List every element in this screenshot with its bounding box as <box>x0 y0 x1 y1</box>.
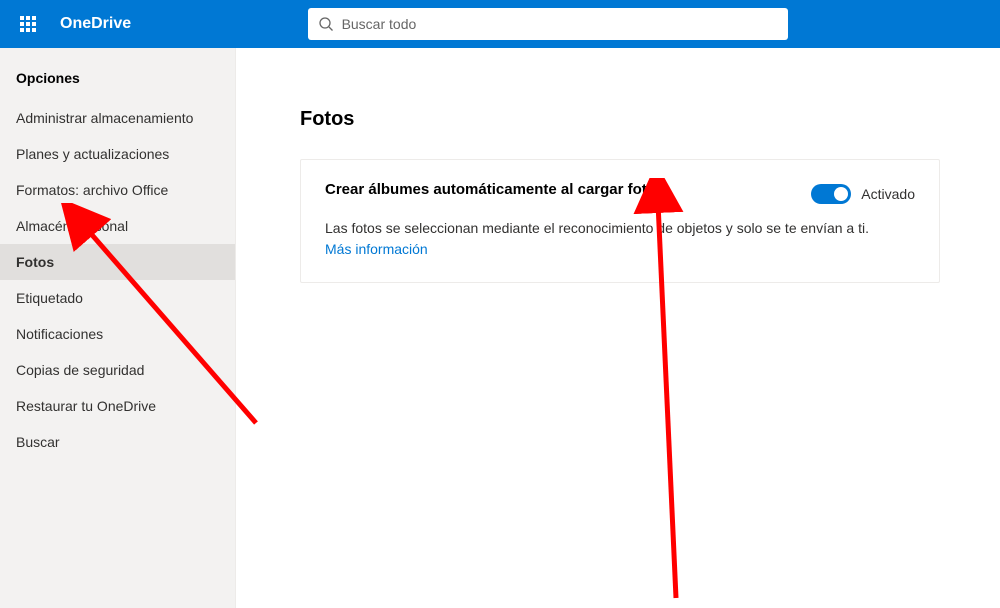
sidebar-title: Opciones <box>0 60 235 100</box>
sidebar-item-almacen-personal[interactable]: Almacén personal <box>0 208 235 244</box>
search-wrap <box>143 8 992 40</box>
main-content: Fotos Crear álbumes automáticamente al c… <box>236 48 1000 608</box>
toggle-knob <box>834 187 848 201</box>
card-description: Las fotos se seleccionan mediante el rec… <box>325 218 915 260</box>
sidebar-item-administrar-almacenamiento[interactable]: Administrar almacenamiento <box>0 100 235 136</box>
app-launcher-button[interactable] <box>8 4 48 44</box>
sidebar-item-copias-de-seguridad[interactable]: Copias de seguridad <box>0 352 235 388</box>
search-icon <box>318 16 334 32</box>
toggle-state-label: Activado <box>861 186 915 202</box>
settings-card: Crear álbumes automáticamente al cargar … <box>300 159 940 283</box>
sidebar-item-notificaciones[interactable]: Notificaciones <box>0 316 235 352</box>
sidebar-item-fotos[interactable]: Fotos <box>0 244 235 280</box>
sidebar-item-formatos-archivo-office[interactable]: Formatos: archivo Office <box>0 172 235 208</box>
card-title: Crear álbumes automáticamente al cargar … <box>325 180 664 200</box>
sidebar-item-buscar[interactable]: Buscar <box>0 424 235 460</box>
search-input[interactable] <box>342 16 778 32</box>
header-bar: OneDrive <box>0 0 1000 48</box>
more-info-link[interactable]: Más información <box>325 241 428 257</box>
sidebar-item-planes-y-actualizaciones[interactable]: Planes y actualizaciones <box>0 136 235 172</box>
sidebar-item-etiquetado[interactable]: Etiquetado <box>0 280 235 316</box>
auto-albums-toggle[interactable] <box>811 184 851 204</box>
card-description-text: Las fotos se seleccionan mediante el rec… <box>325 220 869 236</box>
app-title: OneDrive <box>60 15 131 33</box>
search-box[interactable] <box>308 8 788 40</box>
waffle-icon <box>20 16 36 32</box>
sidebar-item-restaurar-tu-onedrive[interactable]: Restaurar tu OneDrive <box>0 388 235 424</box>
section-title: Fotos <box>300 108 1000 131</box>
sidebar: Opciones Administrar almacenamiento Plan… <box>0 48 236 608</box>
